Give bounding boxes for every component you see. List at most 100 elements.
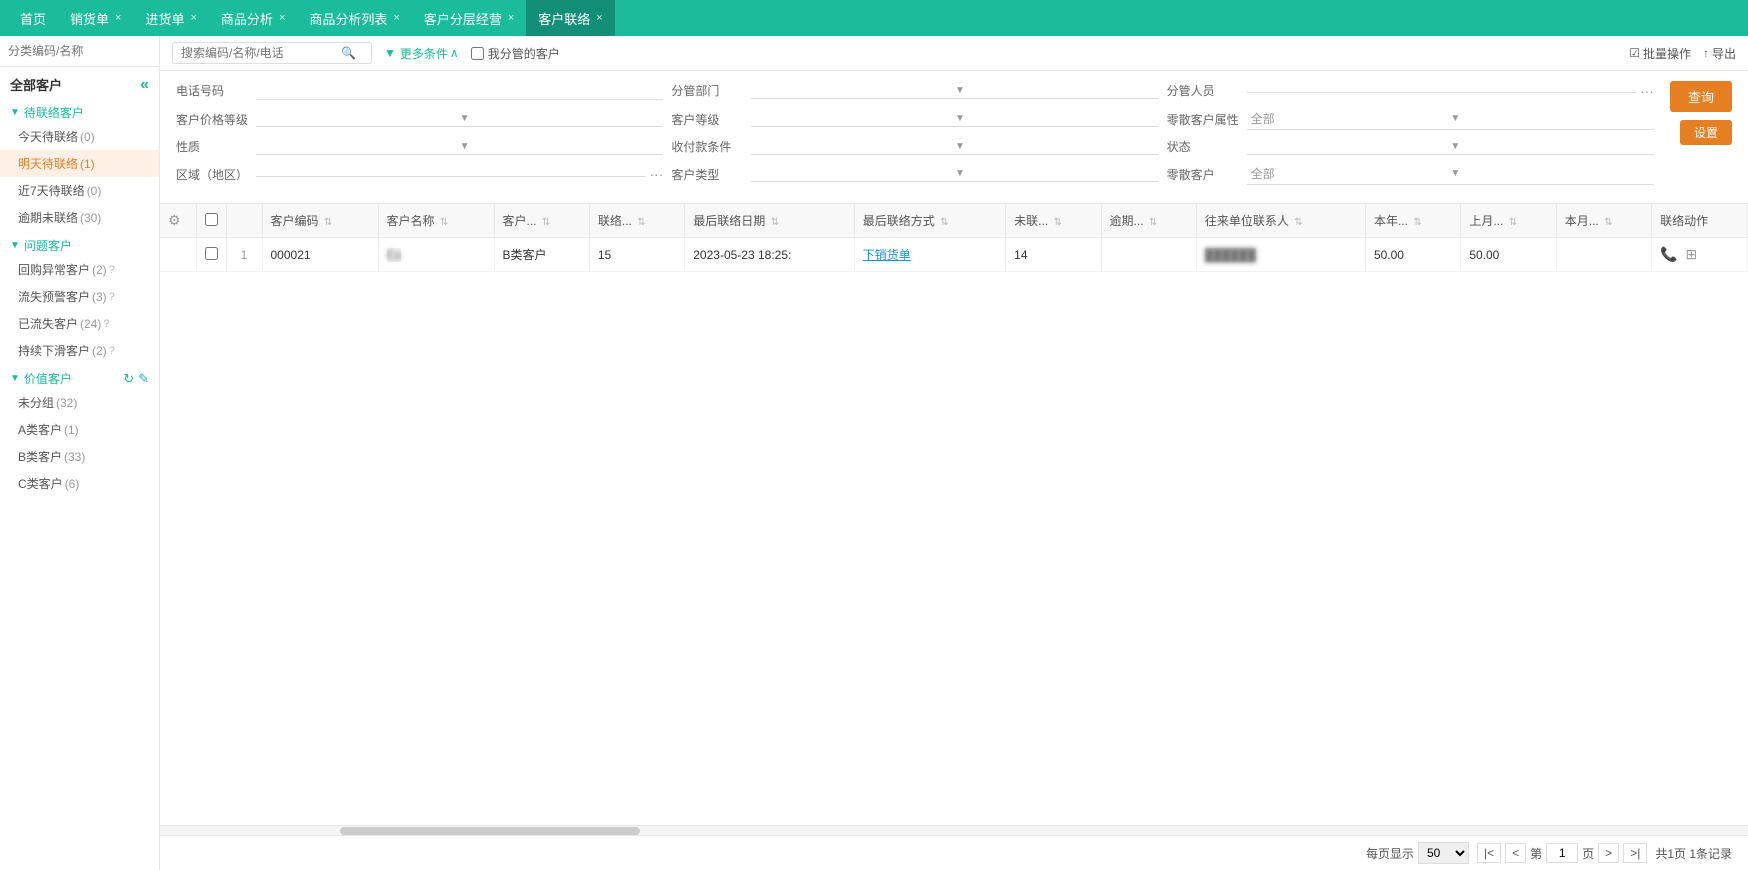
prev-page-btn[interactable]: < [1505, 843, 1526, 863]
row-customer-name[interactable]: Ea [378, 238, 494, 272]
contact-action-icon[interactable]: 📞 [1660, 246, 1677, 263]
collapse-icon[interactable]: « [140, 76, 149, 94]
sort-icon-last-month[interactable]: ⇅ [1509, 217, 1517, 228]
query-button[interactable]: 查询 [1670, 81, 1732, 112]
row-this-month [1556, 238, 1651, 272]
filter-status: 状态 ▼ [1167, 138, 1654, 155]
filter-price-level-select[interactable]: ▼ [256, 111, 663, 127]
next-page-btn[interactable]: > [1598, 843, 1619, 863]
filter-dept-select[interactable]: ▼ [751, 83, 1158, 99]
sort-icon-this-year[interactable]: ⇅ [1413, 217, 1421, 228]
nav-customer-tier[interactable]: 客户分层经营 × [412, 0, 526, 36]
toolbar-search-icon[interactable]: 🔍 [341, 46, 356, 60]
sort-icon-code[interactable]: ⇅ [324, 217, 332, 228]
toolbar-search-box: 🔍 [172, 42, 372, 64]
filter-customer-type-select[interactable]: ▼ [751, 166, 1158, 182]
my-customers-checkbox[interactable] [471, 47, 484, 60]
sidebar-item-lost-risk[interactable]: 流失预警客户 (3) ? [0, 283, 159, 310]
filter-person-select[interactable] [1247, 88, 1636, 93]
sidebar-group-problem-customers[interactable]: ▼ 问题客户 [0, 231, 159, 256]
sidebar-item-repurchase-abnormal[interactable]: 回购异常客户 (2) ? [0, 256, 159, 283]
sidebar-item-ungrouped[interactable]: 未分组 (32) [0, 389, 159, 416]
sort-icon-count[interactable]: ⇅ [637, 217, 645, 228]
col-rownum [226, 204, 262, 238]
last-page-btn[interactable]: >| [1623, 843, 1647, 863]
row-last-contact-method[interactable]: 下销货单 [854, 238, 1005, 272]
nav-home[interactable]: 首页 [8, 0, 58, 36]
sort-icon-name[interactable]: ⇅ [440, 217, 448, 228]
sidebar-item-overdue-contact[interactable]: 逾期未联络 (30) [0, 204, 159, 231]
toolbar-search-input[interactable] [181, 46, 341, 60]
edit-icon[interactable]: ✎ [138, 371, 149, 387]
sidebar-item-tomorrow-contact[interactable]: 明天待联络 (1) [0, 150, 159, 177]
row-un-contact: 14 [1006, 238, 1101, 272]
sort-icon-partner[interactable]: ⇅ [1294, 217, 1302, 228]
sort-icon-this-month[interactable]: ⇅ [1604, 217, 1612, 228]
filter-phone-input[interactable] [256, 81, 663, 100]
select-all-checkbox[interactable] [205, 213, 218, 226]
sidebar-group-pending-contact[interactable]: ▼ 待联络客户 [0, 98, 159, 123]
close-product-analysis-list-icon[interactable]: × [393, 12, 399, 24]
sidebar-item-class-a[interactable]: A类客户 (1) [0, 416, 159, 443]
col-checkbox [196, 204, 226, 238]
export-btn[interactable]: ↑ 导出 [1703, 45, 1736, 62]
filter-retail-attr-select[interactable]: 全部 ▼ [1247, 108, 1654, 130]
nav-purchase-order[interactable]: 进货单 × [133, 0, 208, 36]
nav-sales-order[interactable]: 销货单 × [58, 0, 133, 36]
scrollbar-thumb[interactable] [340, 827, 640, 835]
filter-region-select[interactable] [256, 172, 645, 177]
sidebar-item-lost[interactable]: 已流失客户 (24) ? [0, 310, 159, 337]
nav-customer-contact[interactable]: 客户联络 × [526, 0, 614, 36]
filter-status-select[interactable]: ▼ [1247, 139, 1654, 155]
sort-icon-overdue[interactable]: ⇅ [1149, 217, 1157, 228]
main-layout: 🔍 全部客户 « ▼ 待联络客户 今天待联络 (0) 明天待联络 (1) 近7天… [0, 36, 1748, 870]
close-customer-tier-icon[interactable]: × [508, 12, 514, 24]
top-navigation: 首页 销货单 × 进货单 × 商品分析 × 商品分析列表 × 客户分层经营 × … [0, 0, 1748, 36]
sidebar-search-input[interactable] [8, 44, 160, 58]
row-overdue [1101, 238, 1196, 272]
region-dots-btn[interactable]: ··· [649, 166, 663, 182]
sidebar-item-continuous-decline[interactable]: 持续下滑客户 (2) ? [0, 337, 159, 364]
gear-icon[interactable]: ⚙ [168, 212, 181, 228]
col-customer-code: 客户编码 ⇅ [262, 204, 378, 238]
page-size-dropdown[interactable]: 50 100 [1418, 842, 1469, 864]
sidebar-item-class-b[interactable]: B类客户 (33) [0, 443, 159, 470]
table-wrapper: ⚙ 客户编码 ⇅ 客户名称 ⇅ [160, 204, 1748, 825]
toolbar-right: ☑ 批量操作 ↑ 导出 [1629, 45, 1736, 62]
triangle-icon: ▼ [10, 107, 20, 118]
filter-customer-level-select[interactable]: ▼ [751, 111, 1158, 127]
person-dots-btn[interactable]: ··· [1640, 83, 1654, 99]
row-checkbox-cell [196, 238, 226, 272]
sidebar-item-today-contact[interactable]: 今天待联络 (0) [0, 123, 159, 150]
help-icon4: ? [109, 345, 115, 357]
all-customers-section[interactable]: 全部客户 « [0, 67, 159, 98]
close-customer-contact-icon[interactable]: × [596, 12, 602, 24]
sort-icon-method[interactable]: ⇅ [940, 217, 948, 228]
status-arrow-icon: ▼ [1450, 141, 1650, 152]
close-product-analysis-icon[interactable]: × [279, 12, 285, 24]
refresh-icon[interactable]: ↻ [123, 371, 134, 387]
filter-nature-select[interactable]: ▼ [256, 139, 663, 155]
page-number-input[interactable] [1546, 843, 1578, 863]
batch-ops-btn[interactable]: ☑ 批量操作 [1629, 45, 1691, 62]
nav-product-analysis[interactable]: 商品分析 × [209, 0, 297, 36]
close-purchase-order-icon[interactable]: × [190, 12, 196, 24]
sidebar-item-7days-contact[interactable]: 近7天待联络 (0) [0, 177, 159, 204]
sidebar-item-class-c[interactable]: C类客户 (6) [0, 470, 159, 497]
filter-retail-select[interactable]: 全部 ▼ [1247, 163, 1654, 185]
sort-icon-type[interactable]: ⇅ [542, 217, 550, 228]
close-sales-order-icon[interactable]: × [115, 12, 121, 24]
filter-row-3: 性质 ▼ 收付款条件 ▼ [176, 138, 1654, 155]
nav-product-analysis-list[interactable]: 商品分析列表 × [297, 0, 411, 36]
set-button[interactable]: 设置 [1680, 120, 1732, 145]
row-checkbox[interactable] [205, 247, 218, 260]
more-action-icon[interactable]: ⊞ [1686, 246, 1698, 263]
sidebar-group-value-customers[interactable]: ▼ 价值客户 ↻ ✎ [0, 364, 159, 389]
filter-more-btn[interactable]: ▼ 更多条件 ∧ [384, 45, 459, 62]
first-page-btn[interactable]: |< [1477, 843, 1501, 863]
sort-icon-date[interactable]: ⇅ [771, 217, 779, 228]
horizontal-scrollbar[interactable] [160, 825, 1748, 835]
filter-payment-select[interactable]: ▼ [751, 139, 1158, 155]
col-overdue: 逾期... ⇅ [1101, 204, 1196, 238]
sort-icon-uncontact[interactable]: ⇅ [1054, 217, 1062, 228]
